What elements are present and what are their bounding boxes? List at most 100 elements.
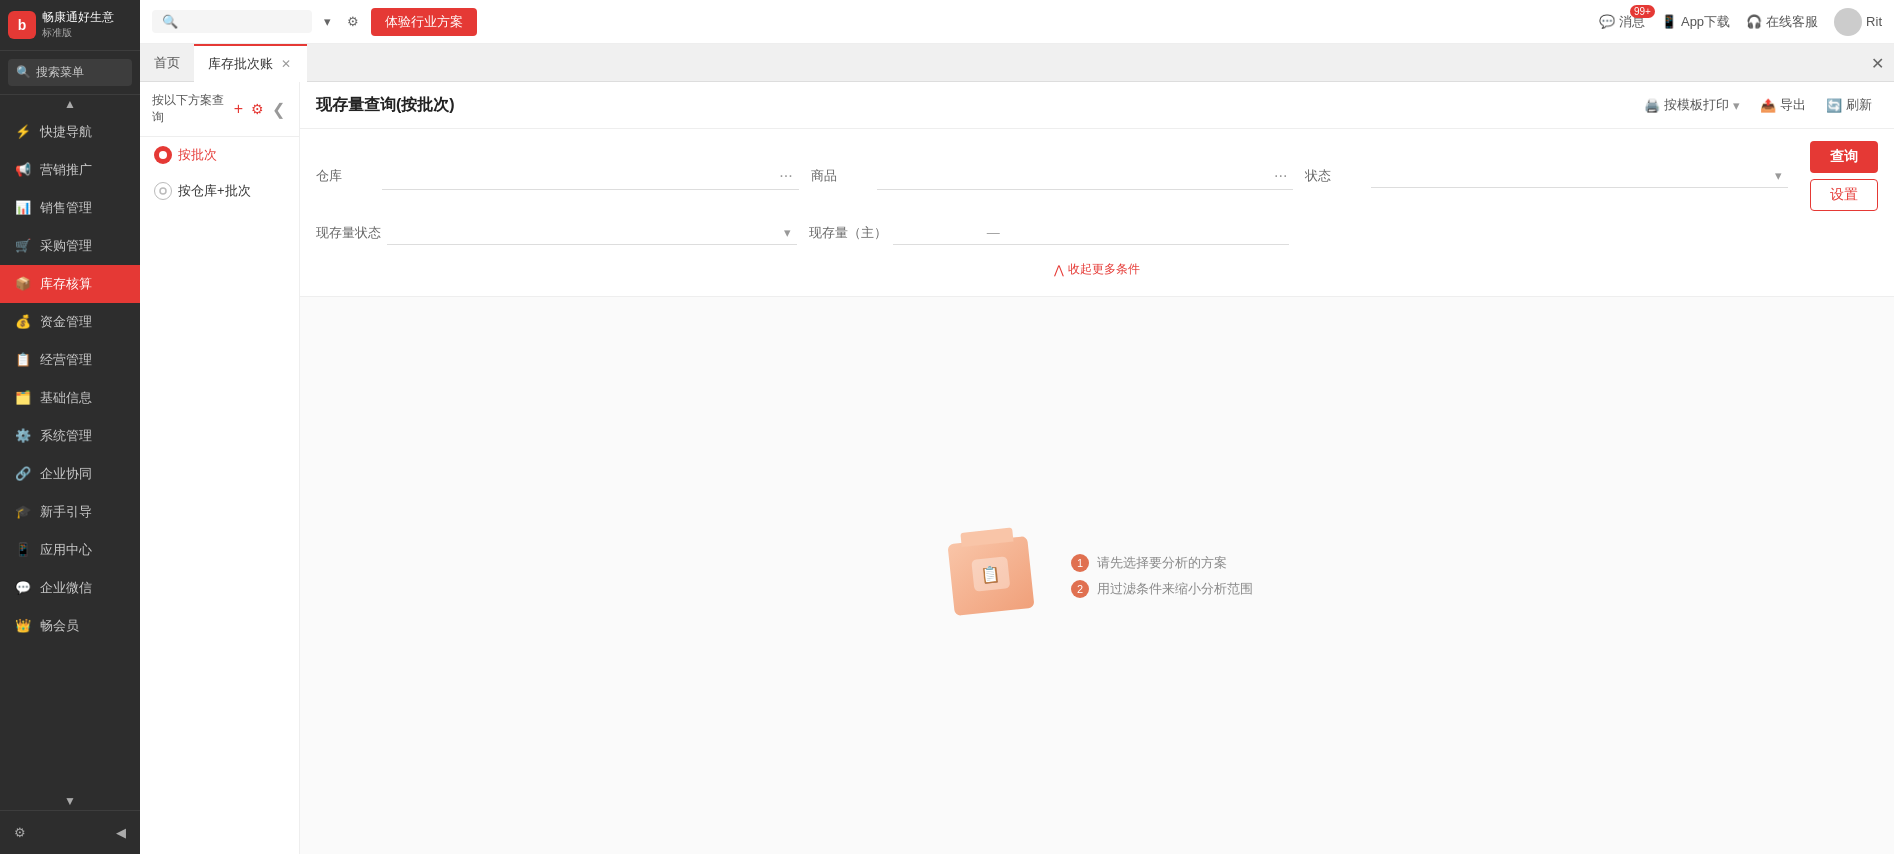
topbar-experience-button[interactable]: 体验行业方案: [371, 8, 477, 36]
inventory-qty-field: 现存量（主） —: [809, 221, 1290, 245]
inventory-status-field: 现存量状态 ▾: [316, 221, 797, 245]
collapse-icon: ⋀: [1054, 263, 1064, 277]
sidebar-item-label: 快捷导航: [40, 123, 92, 141]
sidebar-item-marketing[interactable]: 📢 营销推广: [0, 151, 140, 189]
sidebar-item-label: 企业微信: [40, 579, 92, 597]
message-icon: 💬: [1599, 14, 1615, 29]
export-label: 导出: [1780, 96, 1806, 114]
sidebar-item-quicknav[interactable]: ⚡ 快捷导航: [0, 113, 140, 151]
qty-max-input[interactable]: [1008, 225, 1088, 240]
sidebar-item-system[interactable]: ⚙️ 系统管理: [0, 417, 140, 455]
step1-icon: 1: [1071, 554, 1089, 572]
print-button[interactable]: 🖨️ 按模板打印 ▾: [1638, 92, 1746, 118]
status-label: 状态: [1305, 167, 1365, 185]
filter-row-2: 现存量状态 ▾ 现存量（主） —: [316, 221, 1878, 245]
tab-home[interactable]: 首页: [140, 44, 194, 82]
sidebar-item-newbie[interactable]: 🎓 新手引导: [0, 493, 140, 531]
scheme-settings-button[interactable]: ⚙: [249, 101, 266, 117]
topbar: 🔍 ▾ ⚙ 体验行业方案 💬 消息 99+ 📱 App下载 🎧 在线客服 Rit: [140, 0, 1894, 44]
left-panel-header: 按以下方案查询 + ⚙ ❮: [140, 82, 299, 137]
topbar-online-service[interactable]: 🎧 在线客服: [1746, 13, 1818, 31]
sidebar-search-area[interactable]: 🔍 搜索菜单: [0, 51, 140, 95]
add-scheme-button[interactable]: +: [232, 100, 245, 118]
sidebar-scroll-down[interactable]: ▼: [0, 792, 140, 810]
topbar-settings-button[interactable]: ⚙: [343, 10, 363, 33]
sidebar-search-button[interactable]: 🔍 搜索菜单: [8, 59, 132, 86]
sidebar-item-enterprise[interactable]: 🔗 企业协同: [0, 455, 140, 493]
main-area: 🔍 ▾ ⚙ 体验行业方案 💬 消息 99+ 📱 App下载 🎧 在线客服 Rit: [140, 0, 1894, 854]
search-icon: 🔍: [16, 65, 31, 79]
qty-min-input[interactable]: [899, 225, 979, 240]
sidebar-item-purchase[interactable]: 🛒 采购管理: [0, 227, 140, 265]
apps-icon: 📱: [14, 541, 32, 559]
sidebar-item-label: 采购管理: [40, 237, 92, 255]
tab-close-button[interactable]: ✕: [279, 57, 293, 71]
tab-inventory-batch[interactable]: 库存批次账 ✕: [194, 44, 307, 82]
content-area: 按以下方案查询 + ⚙ ❮ 按批次 按仓库+批次: [140, 82, 1894, 854]
product-dots[interactable]: ···: [1274, 167, 1287, 185]
collapse-filter-button[interactable]: ⋀ 收起更多条件: [316, 255, 1878, 284]
step1-text: 请先选择要分析的方案: [1097, 554, 1227, 572]
warehouse-dots[interactable]: ···: [779, 167, 792, 185]
topbar-search-icon: 🔍: [162, 14, 178, 29]
sales-icon: 📊: [14, 199, 32, 217]
export-button[interactable]: 📤 导出: [1754, 92, 1812, 118]
user-avatar: [1834, 8, 1862, 36]
svg-point-1: [160, 188, 166, 194]
left-panel-title: 按以下方案查询: [152, 92, 232, 126]
topbar-dropdown-button[interactable]: ▾: [320, 12, 335, 31]
topbar-user[interactable]: Rit: [1834, 8, 1882, 36]
wechat-icon: 💬: [14, 579, 32, 597]
scheme-item-by-warehouse-batch[interactable]: 按仓库+批次: [140, 173, 299, 209]
sidebar-item-member[interactable]: 👑 畅会员: [0, 607, 140, 645]
sidebar-item-label: 销售管理: [40, 199, 92, 217]
sidebar-item-sales[interactable]: 📊 销售管理: [0, 189, 140, 227]
search-label: 搜索菜单: [36, 64, 84, 81]
inventory-status-label: 现存量状态: [316, 224, 381, 242]
tabs-bar: 首页 库存批次账 ✕ ✕: [140, 44, 1894, 82]
sidebar-item-wechat[interactable]: 💬 企业微信: [0, 569, 140, 607]
query-button[interactable]: 查询: [1810, 141, 1878, 173]
sidebar-item-label: 畅会员: [40, 617, 79, 635]
sidebar-settings-button[interactable]: ⚙: [10, 821, 30, 844]
sidebar-item-label: 基础信息: [40, 389, 92, 407]
empty-step-1: 1 请先选择要分析的方案: [1071, 554, 1253, 572]
filter-area: 仓库 ··· 商品 ··· 状态: [300, 129, 1894, 297]
status-dropdown-icon: ▾: [1775, 168, 1782, 183]
warehouse-input-area[interactable]: ···: [382, 163, 799, 190]
refresh-button[interactable]: 🔄 刷新: [1820, 92, 1878, 118]
topbar-app-download[interactable]: 📱 App下载: [1661, 13, 1730, 31]
sidebar-item-label: 资金管理: [40, 313, 92, 331]
filter-settings-button[interactable]: 设置: [1810, 179, 1878, 211]
page-title-bar: 现存量查询(按批次) 🖨️ 按模板打印 ▾ 📤 导出 🔄 刷新: [300, 82, 1894, 129]
panel-collapse-button[interactable]: ❮: [270, 100, 287, 119]
empty-text: 1 请先选择要分析的方案 2 用过滤条件来缩小分析范围: [1071, 554, 1253, 598]
sidebar-item-operations[interactable]: 📋 经营管理: [0, 341, 140, 379]
inventory-qty-label: 现存量（主）: [809, 224, 887, 242]
product-field: 商品 ···: [811, 163, 1294, 190]
topbar-search-input[interactable]: [183, 15, 263, 29]
collapse-label: 收起更多条件: [1068, 261, 1140, 278]
warehouse-label: 仓库: [316, 167, 376, 185]
inventory-status-select[interactable]: ▾: [387, 221, 797, 245]
messages-badge: 99+: [1630, 5, 1655, 18]
sidebar-item-basics[interactable]: 🗂️ 基础信息: [0, 379, 140, 417]
scheme-item-by-batch[interactable]: 按批次: [140, 137, 299, 173]
all-tabs-close-button[interactable]: ✕: [1871, 53, 1884, 72]
topbar-search-area[interactable]: 🔍: [152, 10, 312, 33]
username-label: Rit: [1866, 14, 1882, 29]
sidebar-scroll-up[interactable]: ▲: [0, 95, 140, 113]
warehouse-field: 仓库 ···: [316, 163, 799, 190]
status-select-area[interactable]: ▾: [1371, 164, 1788, 188]
sidebar-collapse-button[interactable]: ◀: [112, 821, 130, 844]
marketing-icon: 📢: [14, 161, 32, 179]
sidebar-item-apps[interactable]: 📱 应用中心: [0, 531, 140, 569]
sidebar-item-inventory[interactable]: 📦 库存核算: [0, 265, 140, 303]
right-panel: 现存量查询(按批次) 🖨️ 按模板打印 ▾ 📤 导出 🔄 刷新: [300, 82, 1894, 854]
tab-home-label: 首页: [154, 54, 180, 72]
sidebar-item-finance[interactable]: 💰 资金管理: [0, 303, 140, 341]
quicknav-icon: ⚡: [14, 123, 32, 141]
product-input-area[interactable]: ···: [877, 163, 1294, 190]
topbar-messages[interactable]: 💬 消息 99+: [1599, 13, 1645, 31]
operations-icon: 📋: [14, 351, 32, 369]
